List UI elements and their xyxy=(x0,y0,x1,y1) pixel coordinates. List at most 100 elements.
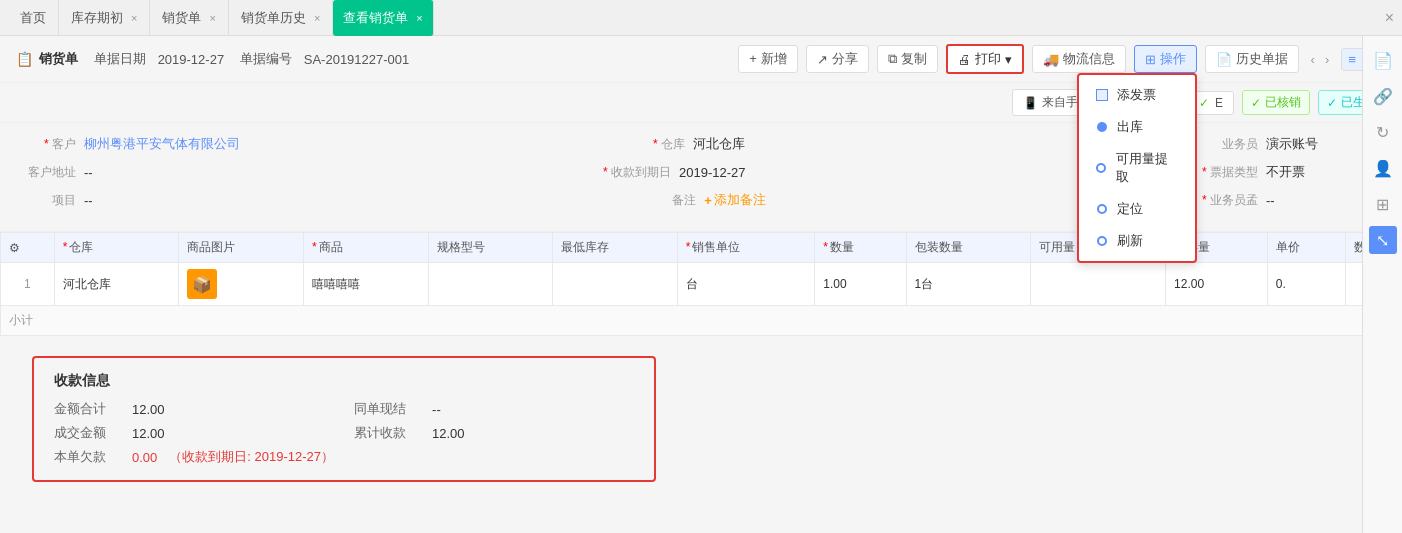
ops-menu-item-add-invoice-label: 添发票 xyxy=(1117,86,1156,104)
sidebar-table-icon[interactable]: ⊞ xyxy=(1369,190,1397,218)
window-close-button[interactable]: × xyxy=(1385,9,1394,27)
ticket-label: 票据类型 xyxy=(1198,164,1258,181)
row-qty: 1.00 xyxy=(815,263,906,306)
tab-sales-close[interactable]: × xyxy=(209,12,215,24)
view-list-button[interactable]: ≡ xyxy=(1342,49,1362,70)
col-settings[interactable]: ⚙ xyxy=(1,233,55,263)
tab-inventory[interactable]: 库存期初 × xyxy=(59,0,150,36)
ops-menu-item-outbound[interactable]: 出库 xyxy=(1079,111,1195,143)
right-sidebar: 📄 🔗 ↻ 👤 ⊞ ⤡ xyxy=(1362,36,1402,502)
tab-view-order[interactable]: 查看销货单 × xyxy=(333,0,433,36)
copy-button[interactable]: ⧉ 复制 xyxy=(877,45,938,73)
tab-history-label: 销货单历史 xyxy=(241,9,306,27)
outbound-icon xyxy=(1095,120,1109,134)
payment-wrapper: 收款信息 金额合计 12.00 同单现结 -- 成交金额 12.00 xyxy=(0,336,1402,502)
tab-history-close[interactable]: × xyxy=(314,12,320,24)
check-icon: ✓ xyxy=(1251,96,1261,110)
new-button[interactable]: + 新增 xyxy=(738,45,797,73)
col-min-stock: 最低库存 xyxy=(553,233,678,263)
ops-menu-item-add-invoice[interactable]: 添发票 xyxy=(1079,79,1195,111)
row-min-stock xyxy=(553,263,678,306)
payment-same-order-row: 同单现结 -- xyxy=(354,400,634,418)
payment-total-label: 金额合计 xyxy=(54,400,124,418)
tab-home-label: 首页 xyxy=(20,9,46,27)
address-value: -- xyxy=(84,165,204,180)
payment-transaction-row: 成交金额 12.00 xyxy=(54,424,334,442)
payment-section: 收款信息 金额合计 12.00 同单现结 -- 成交金额 12.00 xyxy=(32,356,656,482)
ops-button[interactable]: ⊞ 操作 xyxy=(1134,45,1197,73)
customer-value[interactable]: 柳州粤港平安气体有限公司 xyxy=(84,135,240,153)
doc-title: 📋 销货单 xyxy=(16,50,78,68)
status-sold-badge: ✓ 已核销 xyxy=(1242,90,1310,115)
share-button[interactable]: ↗ 分享 xyxy=(806,45,869,73)
ops-menu-item-locate[interactable]: 定位 xyxy=(1079,193,1195,225)
check2-icon: ✓ xyxy=(1327,96,1337,110)
due-date-value: 2019-12-27 xyxy=(679,165,799,180)
copy-icon: ⧉ xyxy=(888,51,897,67)
payment-arrears-row: 本单欠款 0.00 （收款到期日: 2019-12-27） xyxy=(54,448,334,466)
payment-title: 收款信息 xyxy=(54,372,634,390)
available-icon xyxy=(1095,161,1108,175)
ops-menu-item-available-label: 可用量提取 xyxy=(1116,150,1179,186)
payment-total-value: 12.00 xyxy=(132,402,165,417)
payment-same-order-label: 同单现结 xyxy=(354,400,424,418)
add-note-button[interactable]: 添加备注 xyxy=(704,191,766,209)
history-button[interactable]: 📄 历史单据 xyxy=(1205,45,1299,73)
tab-inventory-close[interactable]: × xyxy=(131,12,137,24)
box-icon: 📦 xyxy=(192,275,212,294)
sidebar-user-icon[interactable]: 👤 xyxy=(1369,154,1397,182)
doc-number-label: 单据编号 SA-20191227-001 xyxy=(240,50,409,68)
row-product: 嘻嘻嘻嘻 xyxy=(303,263,428,306)
doc-icon: 📋 xyxy=(16,51,33,67)
row-price: 0. xyxy=(1267,263,1346,306)
tab-view-order-close[interactable]: × xyxy=(416,12,422,24)
doc-number-value: SA-20191227-001 xyxy=(304,52,410,67)
col-unit: *销售单位 xyxy=(677,233,814,263)
tab-view-order-label: 查看销货单 xyxy=(343,9,408,27)
tab-inventory-label: 库存期初 xyxy=(71,9,123,27)
tab-sales-label: 销货单 xyxy=(162,9,201,27)
tab-bar: 首页 库存期初 × 销货单 × 销货单历史 × 查看销货单 × × xyxy=(0,0,1402,36)
ops-menu-item-available[interactable]: 可用量提取 xyxy=(1079,143,1195,193)
row-num: 1 xyxy=(1,263,55,306)
project-label: 项目 xyxy=(16,192,76,209)
phone-icon: 📱 xyxy=(1023,96,1038,110)
ops-menu-item-locate-label: 定位 xyxy=(1117,200,1143,218)
doc-meta: 单据日期 2019-12-27 单据编号 SA-20191227-001 xyxy=(94,50,409,68)
ops-menu-item-refresh[interactable]: 刷新 xyxy=(1079,225,1195,257)
ops-dropdown-menu: 添发票 出库 可用量提取 定位 xyxy=(1077,73,1197,263)
row-image: 📦 xyxy=(179,263,304,306)
sidebar-refresh-icon[interactable]: ↻ xyxy=(1369,118,1397,146)
nav-arrows: ‹ › xyxy=(1307,50,1334,69)
doc-date-value: 2019-12-27 xyxy=(158,52,225,67)
tab-history[interactable]: 销货单历史 × xyxy=(229,0,333,36)
staff-label: 业务员孟 xyxy=(1198,192,1258,209)
ops-dropdown-wrapper: ⊞ 操作 添发票 出库 可用 xyxy=(1134,45,1197,73)
payment-transaction-value: 12.00 xyxy=(132,426,165,441)
payment-arrears-value: 0.00 xyxy=(132,450,157,465)
col-qty: *数量 xyxy=(815,233,906,263)
row-pack-qty: 1台 xyxy=(906,263,1031,306)
logistics-button[interactable]: 🚚 物流信息 xyxy=(1032,45,1126,73)
col-product: *商品 xyxy=(303,233,428,263)
share-icon: ↗ xyxy=(817,52,828,67)
tab-sales[interactable]: 销货单 × xyxy=(150,0,228,36)
logistics-icon: 🚚 xyxy=(1043,52,1059,67)
tab-home[interactable]: 首页 xyxy=(8,0,59,36)
print-dropdown-icon: ▾ xyxy=(1005,52,1012,67)
payment-arrears-label: 本单欠款 xyxy=(54,448,124,466)
table-row: 1 河北仓库 📦 嘻嘻嘻嘻 台 1.00 1台 xyxy=(1,263,1402,306)
next-button[interactable]: › xyxy=(1321,50,1333,69)
sidebar-link-icon[interactable]: 🔗 xyxy=(1369,82,1397,110)
locate-icon xyxy=(1095,202,1109,216)
row-unit: 台 xyxy=(677,263,814,306)
payment-due-note: （收款到期日: 2019-12-27） xyxy=(169,448,334,466)
print-button[interactable]: 🖨 打印 ▾ xyxy=(946,44,1024,74)
document-header: 📋 销货单 单据日期 2019-12-27 单据编号 SA-20191227-0… xyxy=(0,36,1402,83)
sidebar-expand-icon[interactable]: ⤡ xyxy=(1369,226,1397,254)
row-spec xyxy=(428,263,553,306)
prev-button[interactable]: ‹ xyxy=(1307,50,1319,69)
sidebar-doc-icon[interactable]: 📄 xyxy=(1369,46,1397,74)
row-available xyxy=(1031,263,1166,306)
payment-same-order-value: -- xyxy=(432,402,441,417)
